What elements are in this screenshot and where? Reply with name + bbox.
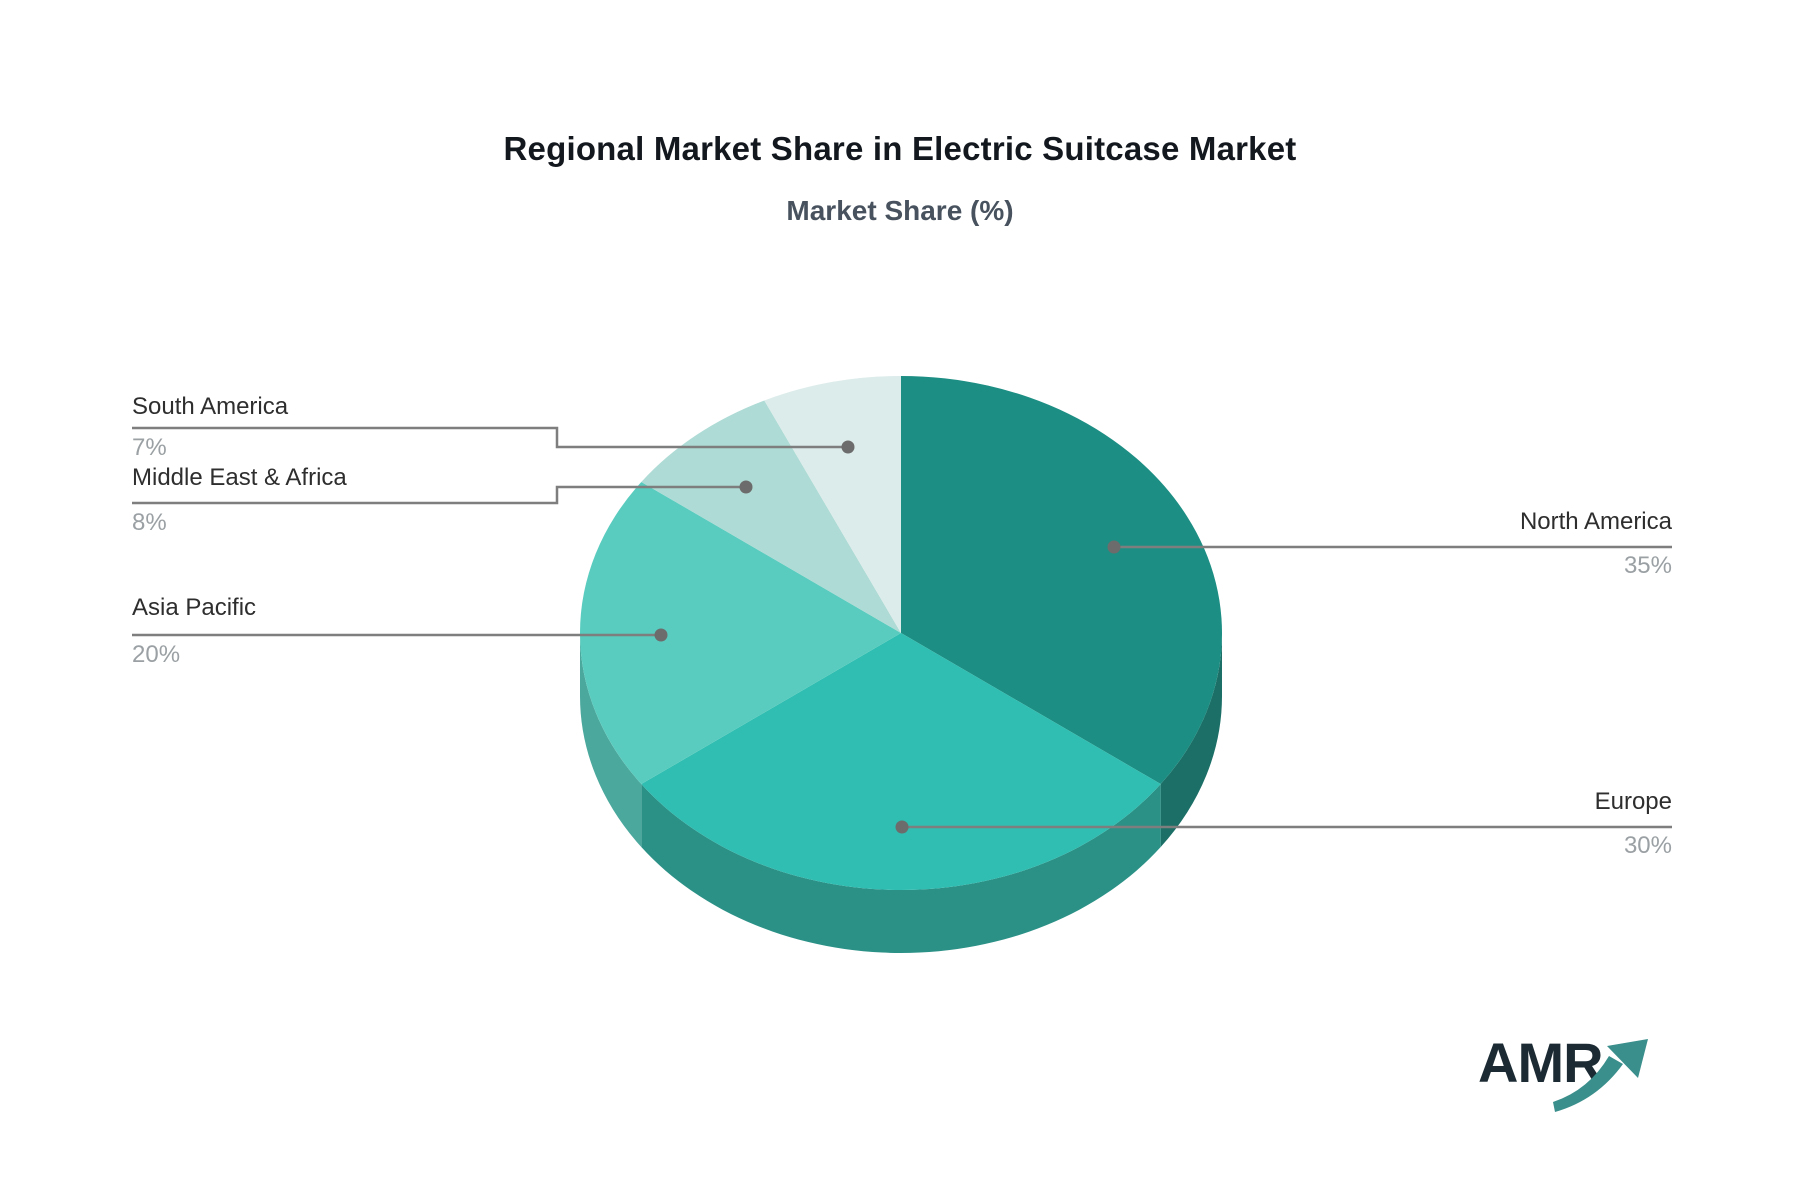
- logo-arrow-swoosh: [1553, 1056, 1623, 1112]
- slice-value-europe: 30%: [1623, 832, 1672, 859]
- leader-dot-asia-pacific: [654, 628, 668, 642]
- slice-label-north-america: North America: [1519, 508, 1672, 535]
- slice-value-asia-pacific: 20%: [132, 641, 181, 668]
- leader-dot-south-america: [841, 440, 855, 454]
- slice-label-asia-pacific: Asia Pacific: [132, 594, 257, 621]
- slice-value-middle-east-africa: 8%: [132, 509, 167, 536]
- logo-arrow-icon: [1553, 1039, 1648, 1112]
- pie-chart: [132, 376, 1672, 953]
- slice-label-middle-east-africa: Middle East & Africa: [132, 464, 347, 491]
- amr-logo: AMR: [1478, 1030, 1698, 1140]
- slice-value-north-america: 35%: [1623, 552, 1672, 579]
- leader-dot-middle-east-africa: [739, 480, 753, 494]
- slice-value-south-america: 7%: [132, 434, 167, 461]
- slice-label-europe: Europe: [1594, 788, 1672, 815]
- chart-stage: Regional Market Share in Electric Suitca…: [0, 0, 1800, 1196]
- leader-dot-europe: [895, 820, 909, 834]
- leader-dot-north-america: [1107, 540, 1121, 554]
- slice-label-south-america: South America: [132, 393, 289, 420]
